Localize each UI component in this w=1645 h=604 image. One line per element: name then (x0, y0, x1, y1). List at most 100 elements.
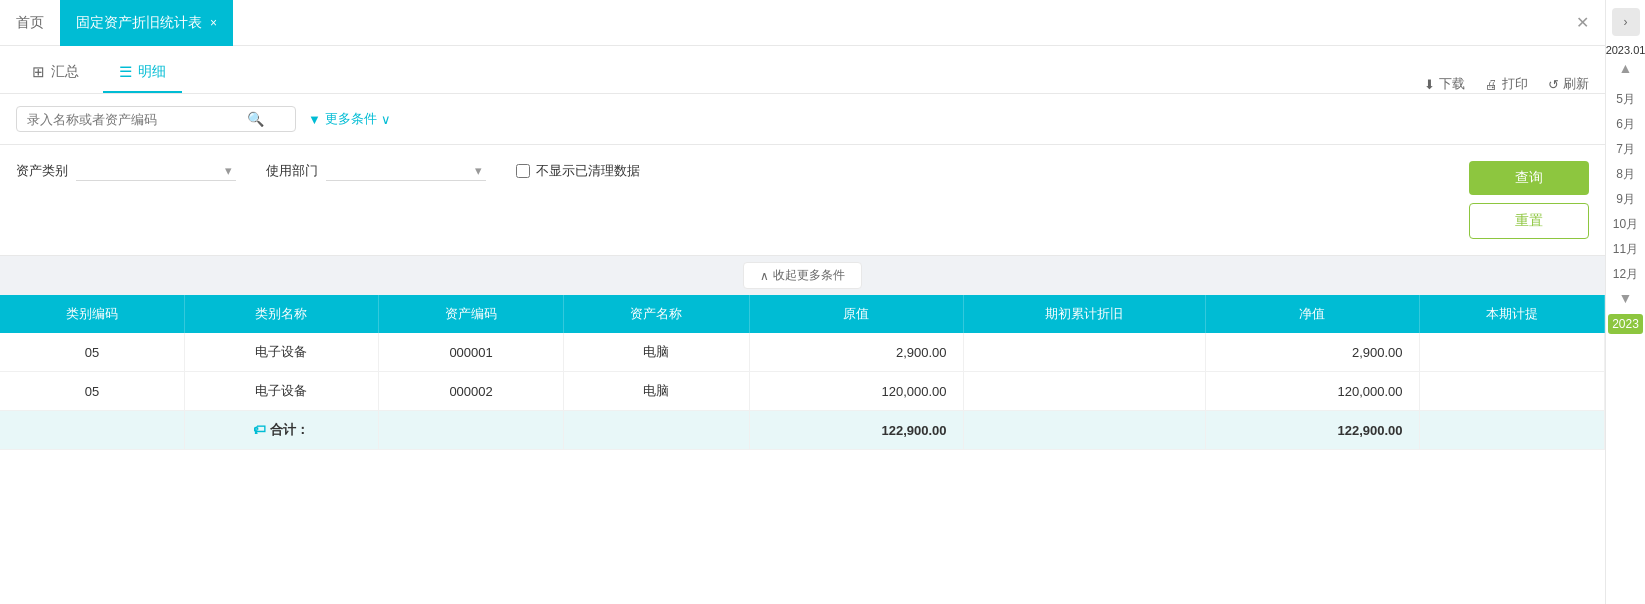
department-field: 使用部门 (266, 161, 486, 181)
sidebar-months: 5月6月7月8月9月10月11月12月 (1607, 88, 1645, 286)
hide-cleared-checkbox[interactable] (516, 164, 530, 178)
download-icon: ⬇ (1424, 77, 1435, 92)
table-total-row: 🏷合计： 122,900.00 122,900.00 (0, 411, 1605, 450)
total-asset-name (564, 411, 749, 450)
detail-icon: ☰ (119, 63, 132, 81)
cell-net: 120,000.00 (1205, 372, 1419, 411)
cell-accumulated (963, 333, 1205, 372)
refresh-btn[interactable]: ↺ 刷新 (1548, 75, 1589, 93)
tab-summary-label: 汇总 (51, 63, 79, 81)
cell-cat-code: 05 (0, 333, 184, 372)
collapse-label: 收起更多条件 (773, 267, 845, 284)
tab-summary[interactable]: ⊞ 汇总 (16, 53, 95, 93)
col-original-value: 原值 (749, 295, 963, 333)
summary-icon: ⊞ (32, 63, 45, 81)
refresh-label: 刷新 (1563, 75, 1589, 93)
active-tab[interactable]: 固定资产折旧统计表 × (60, 0, 233, 46)
query-button[interactable]: 查询 (1469, 161, 1589, 195)
cell-accumulated (963, 372, 1205, 411)
cell-original: 2,900.00 (749, 333, 963, 372)
asset-category-field: 资产类别 (16, 161, 236, 181)
col-accumulated-depreciation: 期初累计折旧 (963, 295, 1205, 333)
cell-asset-code: 000001 (378, 333, 563, 372)
total-label: 🏷合计： (184, 411, 378, 450)
col-category-name: 类别名称 (184, 295, 378, 333)
window-close-btn[interactable]: ✕ (1576, 13, 1589, 32)
chevron-down-icon: ∨ (381, 112, 391, 127)
department-select[interactable] (326, 161, 486, 181)
cell-asset-code: 000002 (378, 372, 563, 411)
sidebar-year[interactable]: 2023 (1608, 314, 1643, 334)
cell-current (1419, 372, 1604, 411)
table-header-row: 类别编码 类别名称 资产编码 资产名称 原值 期初累计折旧 净值 本期计提 (0, 295, 1605, 333)
filter-buttons: 查询 重置 (1469, 161, 1589, 239)
sidebar-expand-arrow[interactable]: › (1612, 8, 1640, 36)
department-label: 使用部门 (266, 162, 318, 180)
total-original: 122,900.00 (749, 411, 963, 450)
tab-title: 固定资产折旧统计表 (76, 14, 202, 32)
right-sidebar: › 2023.01 ▲ 5月6月7月8月9月10月11月12月 ▼ 2023 (1605, 0, 1645, 604)
tab-detail[interactable]: ☰ 明细 (103, 53, 182, 93)
cell-cat-name: 电子设备 (184, 333, 378, 372)
col-category-code: 类别编码 (0, 295, 184, 333)
print-btn[interactable]: 🖨 打印 (1485, 75, 1528, 93)
main-table: 类别编码 类别名称 资产编码 资产名称 原值 期初累计折旧 净值 本期计提 05… (0, 295, 1605, 450)
cell-asset-name: 电脑 (564, 333, 749, 372)
tab-close-btn[interactable]: × (210, 16, 217, 30)
collapse-icon: ∧ (760, 269, 769, 283)
cell-current (1419, 333, 1604, 372)
tab-actions: ⬇ 下载 🖨 打印 ↺ 刷新 (1424, 75, 1589, 93)
cell-cat-code: 05 (0, 372, 184, 411)
sidebar-date: 2023.01 (1606, 44, 1645, 56)
total-net: 122,900.00 (1205, 411, 1419, 450)
total-current (1419, 411, 1604, 450)
sidebar-scroll-down[interactable]: ▼ (1615, 286, 1637, 310)
cell-net: 2,900.00 (1205, 333, 1419, 372)
tab-detail-label: 明细 (138, 63, 166, 81)
col-current-depreciation: 本期计提 (1419, 295, 1604, 333)
download-label: 下载 (1439, 75, 1465, 93)
sidebar-month-item[interactable]: 5月 (1607, 88, 1645, 111)
collapse-btn[interactable]: ∧ 收起更多条件 (743, 262, 862, 289)
filter-icon: ▼ (308, 112, 321, 127)
filter-fields: 资产类别 使用部门 不显示已清理数据 (16, 161, 1449, 181)
table-wrap: 类别编码 类别名称 资产编码 资产名称 原值 期初累计折旧 净值 本期计提 05… (0, 295, 1605, 604)
print-label: 打印 (1502, 75, 1528, 93)
search-wrap: 🔍 (16, 106, 296, 132)
asset-category-label: 资产类别 (16, 162, 68, 180)
total-label-cell (0, 411, 184, 450)
more-conditions-btn[interactable]: ▼ 更多条件 ∨ (308, 110, 391, 128)
sidebar-month-item[interactable]: 10月 (1607, 213, 1645, 236)
reset-button[interactable]: 重置 (1469, 203, 1589, 239)
tab-bar: ⊞ 汇总 ☰ 明细 ⬇ 下载 🖨 打印 ↺ 刷新 (0, 46, 1605, 94)
extended-filter: 资产类别 使用部门 不显示已清理数据 (0, 145, 1605, 256)
cell-cat-name: 电子设备 (184, 372, 378, 411)
sidebar-scroll-up[interactable]: ▲ (1615, 56, 1637, 80)
more-conditions-label: 更多条件 (325, 110, 377, 128)
asset-category-select[interactable] (76, 161, 236, 181)
collapse-bar: ∧ 收起更多条件 (0, 256, 1605, 295)
table-row[interactable]: 05 电子设备 000002 电脑 120,000.00 120,000.00 (0, 372, 1605, 411)
sidebar-month-item[interactable]: 6月 (1607, 113, 1645, 136)
sidebar-month-item[interactable]: 7月 (1607, 138, 1645, 161)
hide-cleared-label: 不显示已清理数据 (536, 162, 640, 180)
table-row[interactable]: 05 电子设备 000001 电脑 2,900.00 2,900.00 (0, 333, 1605, 372)
print-icon: 🖨 (1485, 77, 1498, 92)
col-asset-code: 资产编码 (378, 295, 563, 333)
col-net-value: 净值 (1205, 295, 1419, 333)
cell-asset-name: 电脑 (564, 372, 749, 411)
total-asset-code (378, 411, 563, 450)
hide-cleared-wrap[interactable]: 不显示已清理数据 (516, 162, 640, 180)
search-icon[interactable]: 🔍 (247, 111, 264, 127)
total-accumulated (963, 411, 1205, 450)
home-tab[interactable]: 首页 (16, 14, 56, 32)
sidebar-month-item[interactable]: 12月 (1607, 263, 1645, 286)
sidebar-month-item[interactable]: 8月 (1607, 163, 1645, 186)
sidebar-month-item[interactable]: 11月 (1607, 238, 1645, 261)
search-input[interactable] (27, 112, 247, 127)
col-asset-name: 资产名称 (564, 295, 749, 333)
top-nav: 首页 固定资产折旧统计表 × ✕ (0, 0, 1605, 46)
sidebar-month-item[interactable]: 9月 (1607, 188, 1645, 211)
cell-original: 120,000.00 (749, 372, 963, 411)
download-btn[interactable]: ⬇ 下载 (1424, 75, 1465, 93)
